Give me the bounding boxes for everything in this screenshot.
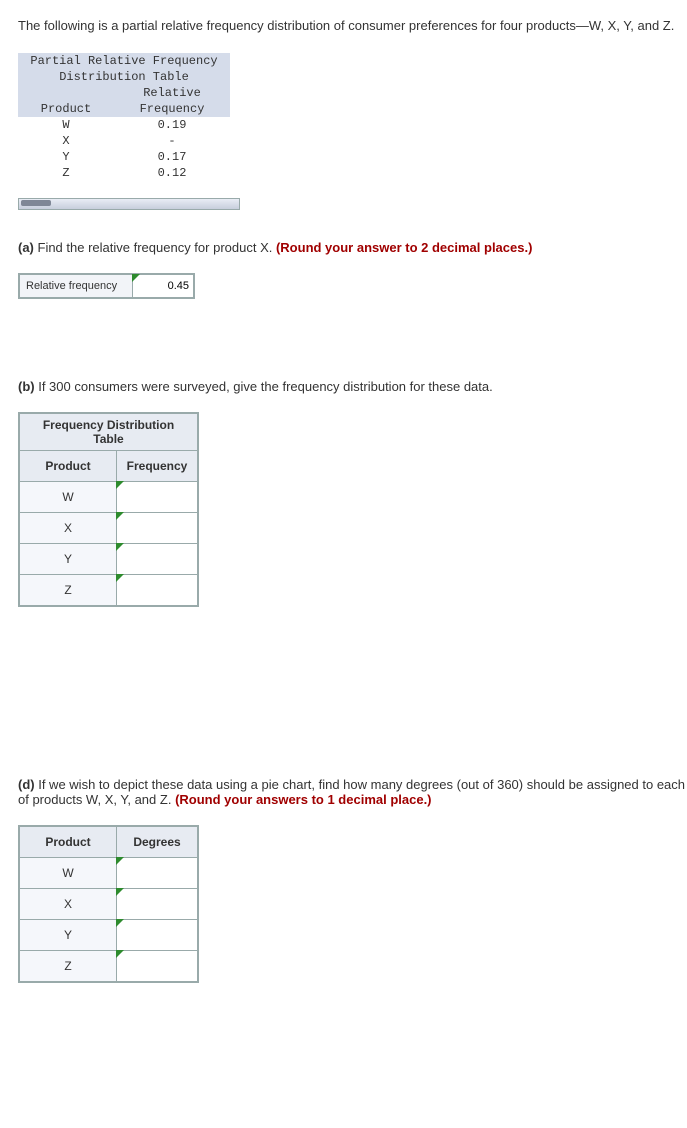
question-b: (b) If 300 consumers were surveyed, give… — [18, 379, 685, 394]
deg-input-y[interactable] — [117, 920, 197, 950]
freq-input-cell[interactable] — [117, 513, 199, 544]
correct-tick-icon — [116, 950, 124, 958]
correct-tick-icon — [116, 543, 124, 551]
question-d-redtext: (Round your answers to 1 decimal place.) — [175, 792, 431, 807]
scrollbar-hint[interactable] — [18, 198, 240, 210]
cell-product: X — [18, 133, 114, 149]
answer-table-a: Relative frequency — [18, 273, 195, 299]
freq-dist-table: Frequency Distribution Table Product Fre… — [18, 412, 199, 607]
correct-tick-icon — [116, 857, 124, 865]
freq-col-frequency: Frequency — [117, 451, 199, 482]
deg-input-cell[interactable] — [117, 951, 199, 983]
question-b-label: (b) — [18, 379, 35, 394]
freq-table-title: Frequency Distribution Table — [19, 413, 198, 451]
deg-col-degrees: Degrees — [117, 826, 199, 858]
deg-input-x[interactable] — [117, 889, 197, 919]
freq-col-product: Product — [19, 451, 117, 482]
question-a-redtext: (Round your answer to 2 decimal places.) — [276, 240, 532, 255]
freq-input-w[interactable] — [117, 482, 197, 512]
cell-product: Z — [18, 165, 114, 181]
col-relative: Relative — [114, 85, 230, 101]
col-frequency: Frequency — [114, 101, 230, 117]
correct-tick-icon — [116, 512, 124, 520]
col-blank — [18, 85, 114, 101]
deg-input-z[interactable] — [117, 951, 197, 981]
cell-freq: - — [114, 133, 230, 149]
freq-row-label: W — [19, 482, 117, 513]
deg-col-product: Product — [19, 826, 117, 858]
freq-input-cell[interactable] — [117, 575, 199, 607]
deg-input-w[interactable] — [117, 858, 197, 888]
deg-input-cell[interactable] — [117, 858, 199, 889]
freq-row-label: Z — [19, 575, 117, 607]
deg-row-label: Z — [19, 951, 117, 983]
col-product: Product — [18, 101, 114, 117]
question-d: (d) If we wish to depict these data usin… — [18, 777, 685, 807]
question-a-text: Find the relative frequency for product … — [34, 240, 276, 255]
question-d-label: (d) — [18, 777, 35, 792]
freq-input-x[interactable] — [117, 513, 197, 543]
table-title-2: Distribution Table — [18, 69, 230, 85]
cell-product: W — [18, 117, 114, 133]
freq-input-z[interactable] — [117, 575, 197, 605]
intro-text: The following is a partial relative freq… — [18, 18, 685, 33]
cell-freq: 0.19 — [114, 117, 230, 133]
freq-input-y[interactable] — [117, 544, 197, 574]
correct-tick-icon — [132, 274, 140, 282]
correct-tick-icon — [116, 481, 124, 489]
answer-a-label: Relative frequency — [19, 274, 133, 298]
correct-tick-icon — [116, 919, 124, 927]
question-b-text: If 300 consumers were surveyed, give the… — [35, 379, 493, 394]
deg-row-label: Y — [19, 920, 117, 951]
freq-row-label: X — [19, 513, 117, 544]
cell-freq: 0.17 — [114, 149, 230, 165]
deg-input-cell[interactable] — [117, 889, 199, 920]
degrees-table: Product Degrees W X Y Z — [18, 825, 199, 983]
question-a: (a) Find the relative frequency for prod… — [18, 240, 685, 255]
correct-tick-icon — [116, 888, 124, 896]
partial-frequency-table: Partial Relative Frequency Distribution … — [18, 53, 230, 187]
deg-row-label: X — [19, 889, 117, 920]
deg-input-cell[interactable] — [117, 920, 199, 951]
cell-freq: 0.12 — [114, 165, 230, 181]
freq-input-cell[interactable] — [117, 544, 199, 575]
answer-a-cell[interactable] — [133, 274, 195, 298]
deg-row-label: W — [19, 858, 117, 889]
table-title-1: Partial Relative Frequency — [18, 53, 230, 69]
freq-row-label: Y — [19, 544, 117, 575]
freq-input-cell[interactable] — [117, 482, 199, 513]
cell-product: Y — [18, 149, 114, 165]
correct-tick-icon — [116, 574, 124, 582]
answer-a-input[interactable] — [133, 275, 193, 297]
question-a-label: (a) — [18, 240, 34, 255]
